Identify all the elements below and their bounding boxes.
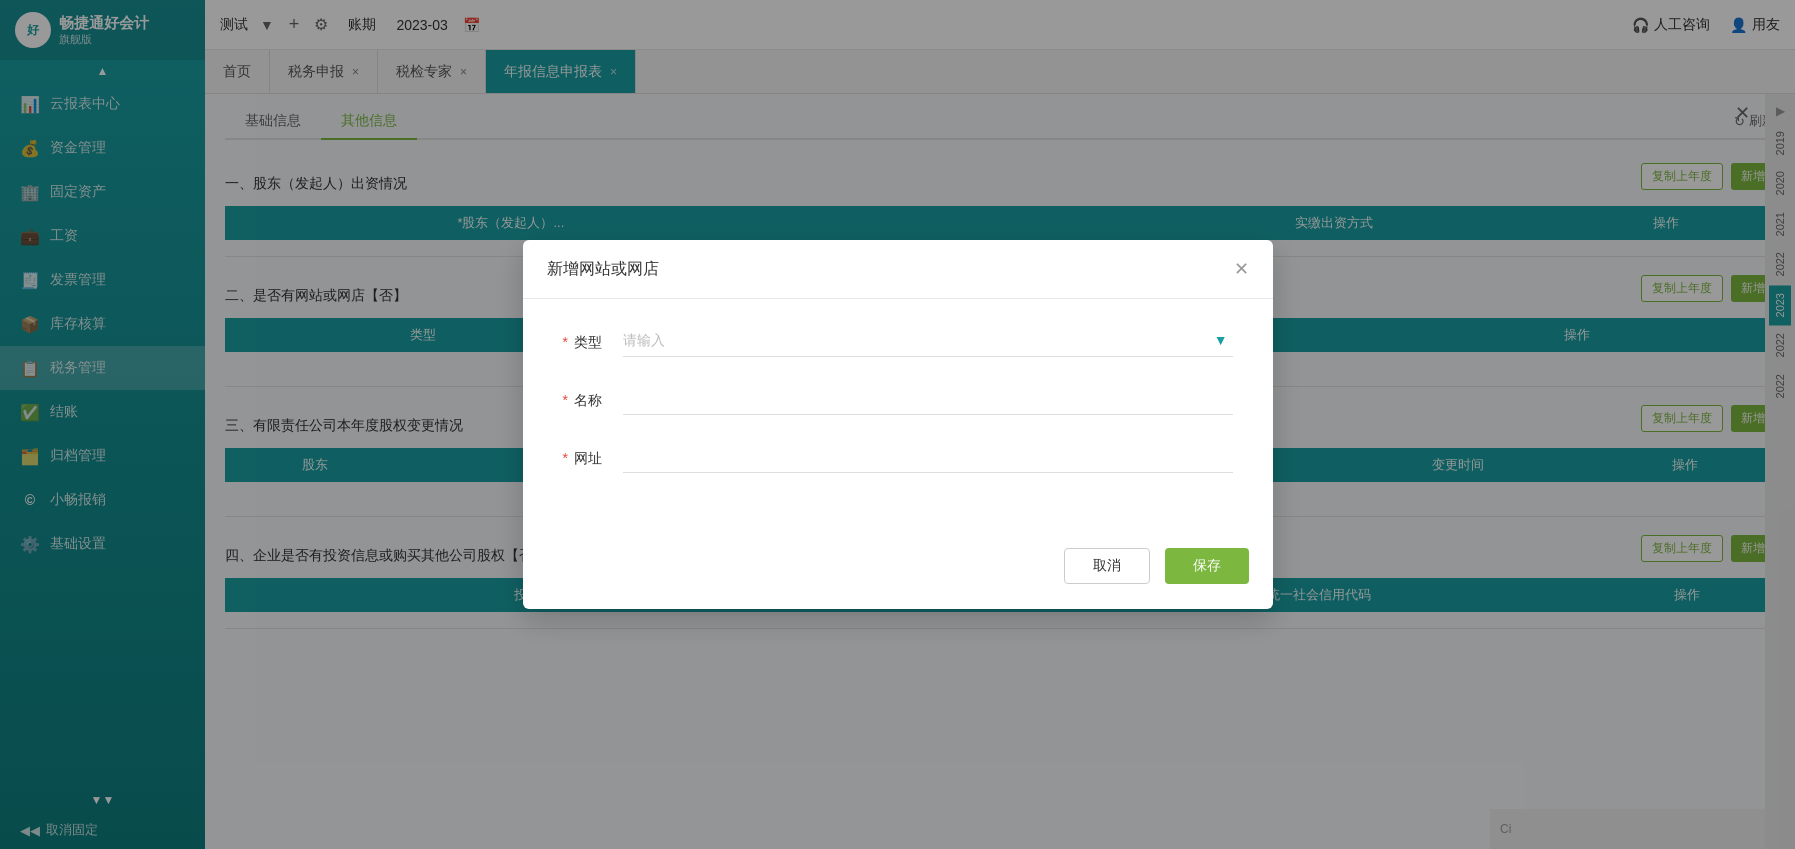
required-mark: * [563,334,568,350]
url-label: * 网址 [563,450,623,468]
url-input-wrap [623,445,1233,473]
type-dropdown-icon[interactable]: ▼ [1214,332,1228,348]
form-field-url: * 网址 [563,445,1233,473]
form-field-type: * 类型 ▼ [563,329,1233,357]
name-label-text: 名称 [574,392,602,408]
modal-close-button[interactable]: ✕ [1234,258,1249,280]
name-input[interactable] [623,387,1233,409]
name-label: * 名称 [563,392,623,410]
url-label-text: 网址 [574,450,602,466]
required-mark3: * [563,450,568,466]
name-input-wrap [623,387,1233,415]
type-input-wrap: ▼ [623,329,1233,357]
save-button[interactable]: 保存 [1165,548,1249,584]
modal-body: * 类型 ▼ * 名称 * [523,299,1273,533]
type-label-text: 类型 [574,334,602,350]
modal-title: 新增网站或网店 [547,259,659,280]
cancel-button[interactable]: 取消 [1064,548,1150,584]
modal-footer: 取消 保存 [523,533,1273,609]
type-label: * 类型 [563,334,623,352]
modal-header: 新增网站或网店 ✕ [523,240,1273,299]
modal-overlay: 新增网站或网店 ✕ * 类型 ▼ * 名称 [0,0,1795,849]
form-field-name: * 名称 [563,387,1233,415]
add-website-modal: 新增网站或网店 ✕ * 类型 ▼ * 名称 [523,240,1273,609]
type-input[interactable] [623,329,1233,351]
url-input[interactable] [623,445,1233,467]
required-mark2: * [563,392,568,408]
